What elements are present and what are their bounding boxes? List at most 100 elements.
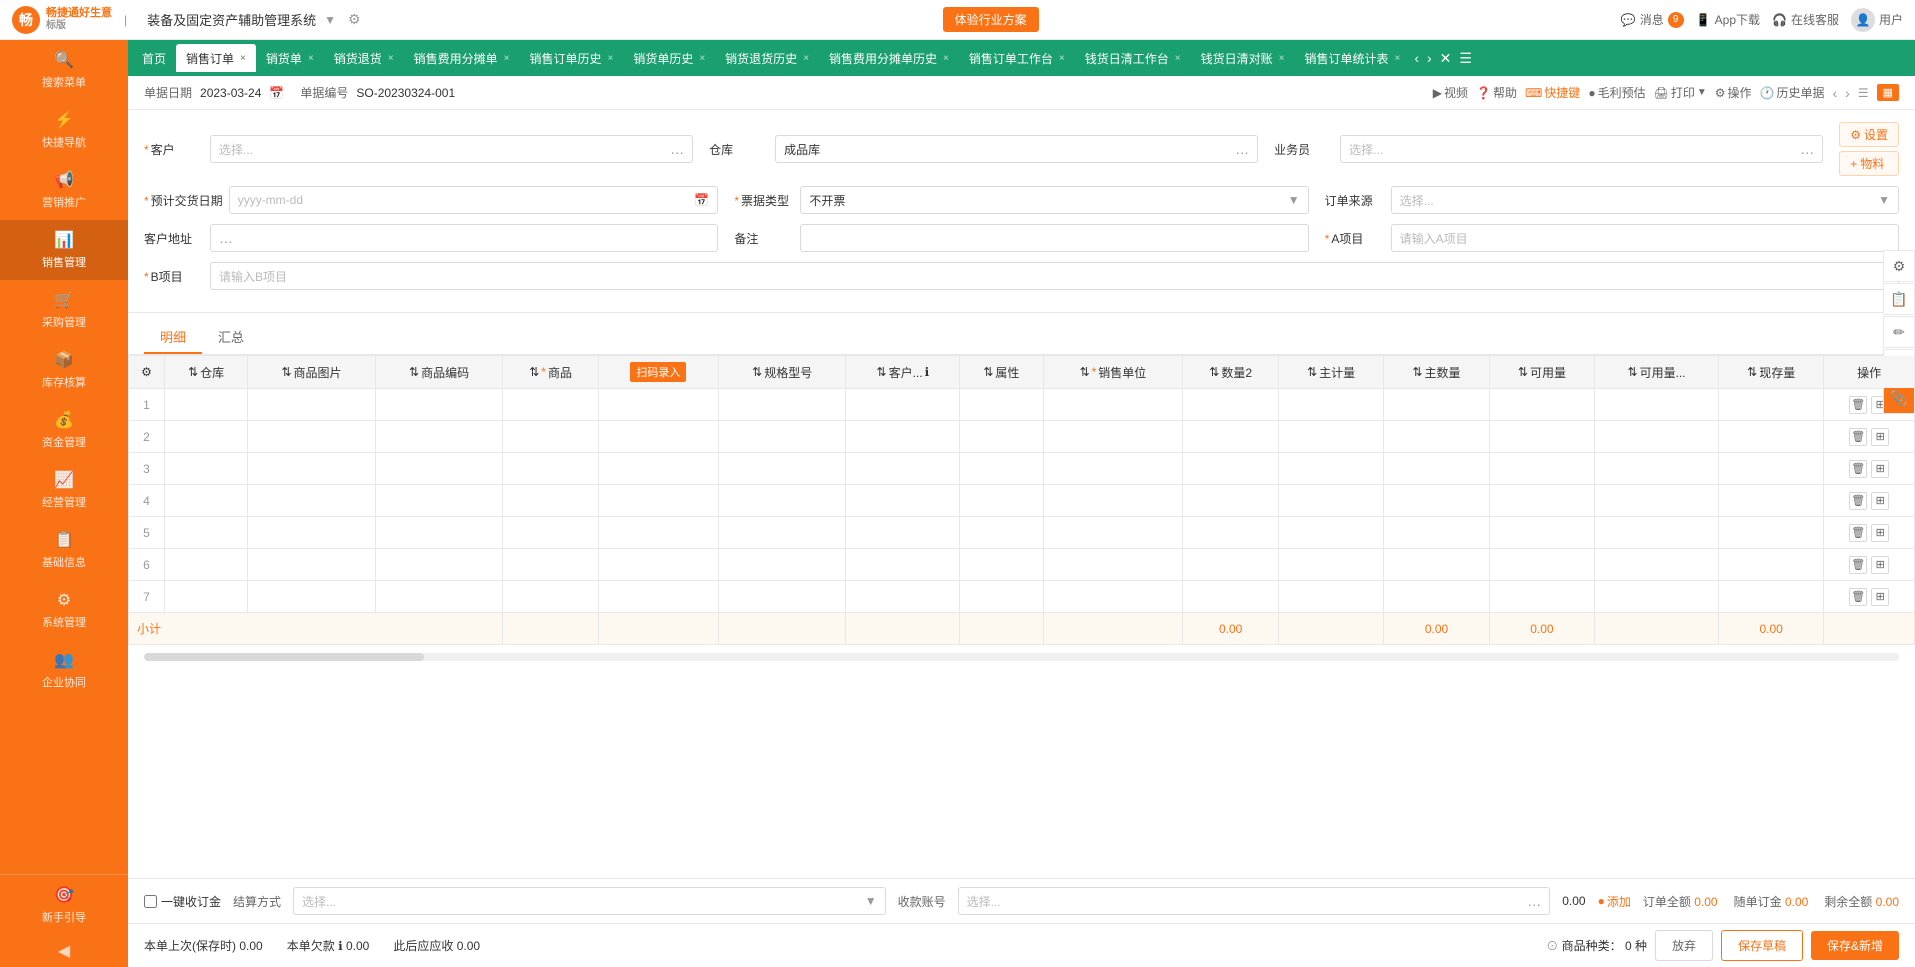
row-2-available2[interactable]: [1595, 421, 1719, 453]
one-click-checkbox-label[interactable]: 一键收订金: [144, 893, 221, 910]
salesperson-input[interactable]: 选择... …: [1340, 135, 1823, 163]
tab-sales-order-close[interactable]: ×: [240, 53, 246, 64]
list-view-icon[interactable]: ☰: [1858, 86, 1869, 100]
profit-link[interactable]: ● 毛利预估: [1588, 84, 1645, 101]
sidebar-item-inventory[interactable]: 📦 库存核算: [0, 340, 128, 400]
operation-link[interactable]: ⚙ 操作: [1715, 84, 1752, 101]
row-4-available2[interactable]: [1595, 485, 1719, 517]
row-7-delete-btn[interactable]: 🗑: [1849, 588, 1867, 606]
one-click-checkbox[interactable]: [144, 895, 157, 908]
row-3-available2[interactable]: [1595, 453, 1719, 485]
row-1-main-unit[interactable]: [1278, 389, 1383, 421]
th-customer-code[interactable]: ⇅客户...ℹ: [846, 356, 960, 389]
row-6-delete-btn[interactable]: 🗑: [1849, 556, 1867, 574]
row-5-copy-btn[interactable]: ⊞: [1871, 524, 1889, 542]
row-5-customer-code[interactable]: [846, 517, 960, 549]
row-1-warehouse[interactable]: [165, 389, 248, 421]
row-7-main-unit[interactable]: [1278, 581, 1383, 613]
row-4-attribute[interactable]: [960, 485, 1043, 517]
row-4-spec[interactable]: [718, 485, 846, 517]
th-unit[interactable]: ⇅*销售单位: [1043, 356, 1183, 389]
row-7-main-qty[interactable]: [1384, 581, 1489, 613]
sidebar-item-purchase[interactable]: 🛒 采购管理: [0, 280, 128, 340]
row-2-warehouse[interactable]: [165, 421, 248, 453]
row-2-main-qty[interactable]: [1384, 421, 1489, 453]
th-qty2[interactable]: ⇅数量2: [1183, 356, 1279, 389]
tab-sales-expense[interactable]: 销售费用分摊单 ×: [404, 44, 520, 72]
th-gear[interactable]: ⚙: [129, 356, 165, 389]
tab-order-stats-close[interactable]: ×: [1394, 53, 1400, 64]
user-item[interactable]: 👤 用户: [1851, 8, 1903, 32]
tab-order-history-close[interactable]: ×: [607, 53, 613, 64]
sidebar-item-search[interactable]: 🔍 搜索菜单: [0, 40, 128, 100]
customer-input[interactable]: 选择... …: [210, 135, 693, 163]
row-2-code[interactable]: [375, 421, 503, 453]
row-7-attribute[interactable]: [960, 581, 1043, 613]
sidebar-item-marketing[interactable]: 📢 营销推广: [0, 160, 128, 220]
online-service-item[interactable]: 🎧 在线客服: [1772, 11, 1839, 28]
th-code[interactable]: ⇅商品编码: [375, 356, 503, 389]
sidebar-item-guide[interactable]: 🎯 新手引导: [0, 875, 128, 935]
row-5-unit[interactable]: [1043, 517, 1183, 549]
row-1-qty2[interactable]: [1183, 389, 1279, 421]
row-3-stock[interactable]: [1718, 453, 1823, 485]
row-2-stock[interactable]: [1718, 421, 1823, 453]
tab-sales-invoice-close[interactable]: ×: [308, 53, 314, 64]
sidebar-item-navigation[interactable]: ⚡ 快捷导航: [0, 100, 128, 160]
tab-sales-return[interactable]: 销货退货 ×: [324, 44, 404, 72]
th-spec[interactable]: ⇅规格型号: [718, 356, 846, 389]
row-1-spec[interactable]: [718, 389, 846, 421]
row-4-warehouse[interactable]: [165, 485, 248, 517]
tab-daily-reconcile-close[interactable]: ×: [1279, 53, 1285, 64]
row-1-customer-code[interactable]: [846, 389, 960, 421]
tab-detail[interactable]: 明细: [144, 321, 202, 354]
row-2-attribute[interactable]: [960, 421, 1043, 453]
row-7-available[interactable]: [1489, 581, 1594, 613]
add-material-button[interactable]: + 物料: [1839, 151, 1899, 176]
row-3-available[interactable]: [1489, 453, 1594, 485]
row-2-unit[interactable]: [1043, 421, 1183, 453]
row-6-product[interactable]: [503, 549, 599, 581]
message-item[interactable]: 💬 消息 9: [1621, 11, 1684, 28]
tab-sales-return-close[interactable]: ×: [388, 53, 394, 64]
sidebar-item-finance[interactable]: 💰 资金管理: [0, 400, 128, 460]
print-link[interactable]: 🖨 打印 ▼: [1654, 84, 1707, 101]
right-btn-2[interactable]: 📋: [1883, 283, 1915, 315]
row-5-available2[interactable]: [1595, 517, 1719, 549]
row-2-copy-btn[interactable]: ⊞: [1871, 428, 1889, 446]
row-1-main-qty[interactable]: [1384, 389, 1489, 421]
row-1-delete-btn[interactable]: 🗑: [1849, 396, 1867, 414]
row-6-warehouse[interactable]: [165, 549, 248, 581]
invoice-select[interactable]: 不开票 ▼: [800, 186, 1308, 214]
row-6-attribute[interactable]: [960, 549, 1043, 581]
remark-input[interactable]: [800, 224, 1308, 252]
row-5-attribute[interactable]: [960, 517, 1043, 549]
row-3-spec[interactable]: [718, 453, 846, 485]
right-btn-3[interactable]: ✏: [1883, 316, 1915, 348]
warehouse-input[interactable]: 成品库 …: [775, 135, 1258, 163]
tab-menu-btn[interactable]: ☰: [1455, 50, 1476, 67]
row-5-stock[interactable]: [1718, 517, 1823, 549]
row-3-customer-code[interactable]: [846, 453, 960, 485]
row-3-qty2[interactable]: [1183, 453, 1279, 485]
tab-prev-btn[interactable]: ‹: [1410, 50, 1423, 66]
grid-view-icon[interactable]: ▦: [1877, 84, 1899, 101]
row-5-main-unit[interactable]: [1278, 517, 1383, 549]
customer-addr-input[interactable]: …: [210, 224, 718, 252]
row-1-available[interactable]: [1489, 389, 1594, 421]
row-7-available2[interactable]: [1595, 581, 1719, 613]
discard-button[interactable]: 放弃: [1655, 930, 1713, 961]
th-available[interactable]: ⇅可用量: [1489, 356, 1594, 389]
row-7-code[interactable]: [375, 581, 503, 613]
row-4-product[interactable]: [503, 485, 599, 517]
row-3-product[interactable]: [503, 453, 599, 485]
row-5-main-qty[interactable]: [1384, 517, 1489, 549]
row-6-available2[interactable]: [1595, 549, 1719, 581]
th-scan[interactable]: 扫码录入: [598, 356, 718, 389]
preview-link[interactable]: ▶ 视频: [1433, 84, 1468, 101]
scan-button[interactable]: 扫码录入: [630, 362, 686, 382]
th-main-qty[interactable]: ⇅主数量: [1384, 356, 1489, 389]
sidebar-item-enterprise[interactable]: 👥 企业协同: [0, 640, 128, 700]
row-5-warehouse[interactable]: [165, 517, 248, 549]
row-1-image[interactable]: [248, 389, 376, 421]
